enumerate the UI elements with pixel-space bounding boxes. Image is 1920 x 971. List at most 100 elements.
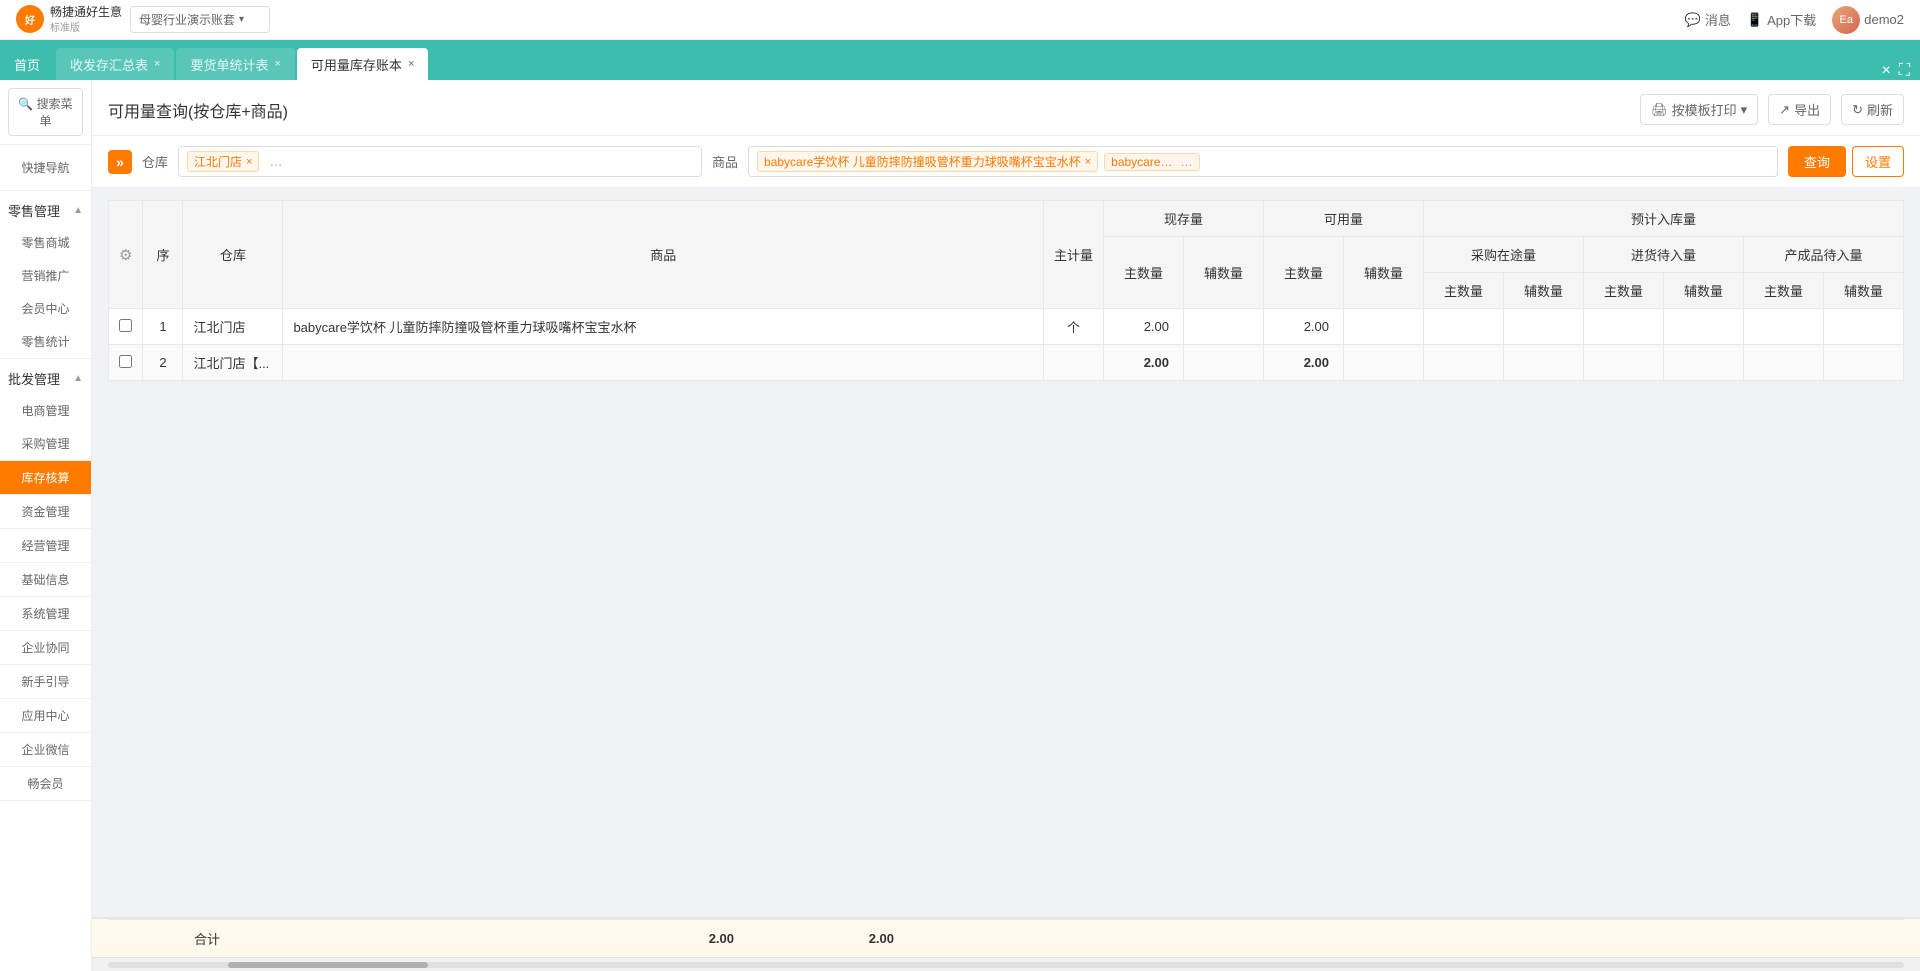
app-icon: 📱 [1747,12,1763,28]
th-incoming-aux: 辅数量 [1664,273,1744,309]
table-settings-icon[interactable]: ⚙ [119,247,132,264]
logo-icon: 好 [16,5,44,33]
sidebar-item-enterprise[interactable]: 企业协同 [0,631,91,664]
message-btn[interactable]: 💬 消息 [1685,10,1731,29]
tab-home-label: 首页 [14,55,40,74]
sidebar-item-retail-stats[interactable]: 零售统计 [0,325,91,358]
sidebar-wholesale-title[interactable]: 批发管理 ▲ [0,359,91,394]
sidebar-item-ecommerce[interactable]: 电商管理 [0,394,91,427]
sidebar-retail-title[interactable]: 零售管理 ▲ [0,191,91,226]
th-pur-transit-aux: 辅数量 [1504,273,1584,309]
sidebar-item-vip[interactable]: 畅会员 [0,767,91,800]
row2-checkbox[interactable] [109,345,143,381]
total-label: 合计 [194,929,328,948]
sidebar-item-newbie[interactable]: 新手引导 [0,665,91,698]
row2-pur-transit-main [1424,345,1504,381]
row1-check-input[interactable] [119,319,132,332]
app-download-btn[interactable]: 📱 App下载 [1747,10,1816,29]
print-btn[interactable]: 🖨 按模板打印 ▾ [1640,94,1758,125]
tenant-name: 母婴行业演示账套 [139,11,235,28]
query-btn[interactable]: 查询 [1788,146,1846,177]
product-more-dots[interactable]: … [1181,155,1193,169]
sidebar-item-finance[interactable]: 资金管理 [0,495,91,528]
warehouse-filter-area[interactable]: 江北门店 × … [178,146,702,177]
sidebar-item-marketing[interactable]: 营销推广 [0,259,91,292]
filter-actions: 查询 设置 [1788,146,1904,177]
filter-expand-btn[interactable]: » [108,150,132,174]
tab-home[interactable]: 首页 [0,48,54,80]
warehouse-label: 仓库 [142,152,168,171]
sidebar-search-area: 🔍 搜索菜单 [0,80,91,145]
th-main-unit: 主计量 [1043,201,1103,309]
th-product: 商品 [283,201,1044,309]
tab-receipts-close[interactable]: × [154,58,160,70]
scroll-track[interactable] [108,962,1904,968]
sidebar-item-retail-mall[interactable]: 零售商城 [0,226,91,259]
row1-checkbox[interactable] [109,309,143,345]
sidebar-item-inventory[interactable]: 库存核算 [0,461,91,494]
row1-warehouse: 江北门店 [183,309,283,345]
page-header: 可用量查询(按仓库+商品) 🖨 按模板打印 ▾ ↗ 导出 ↻ 刷新 [92,80,1920,136]
product-tag-2: babycare… … [1104,153,1199,171]
th-prod-aux: 辅数量 [1824,273,1904,309]
sidebar-section-newbie: 新手引导 [0,665,91,699]
th-stock-main: 主数量 [1104,237,1184,309]
warehouse-tag-close[interactable]: × [246,156,252,168]
tab-orders-close[interactable]: × [274,58,280,70]
page-title: 可用量查询(按仓库+商品) [108,98,288,122]
logo-sub: 标准版 [50,19,122,34]
tab-close-all-btn[interactable]: × [1881,62,1890,80]
sidebar-search-label: 搜索菜单 [37,97,73,128]
sidebar-quick-nav-item[interactable]: 快捷导航 [0,151,91,184]
logo-area: 好 畅捷通好生意 标准版 [16,5,122,34]
th-forecast-incoming: 预计入库量 [1424,201,1904,237]
settings-filter-btn[interactable]: 设置 [1852,146,1904,177]
page-header-actions: 🖨 按模板打印 ▾ ↗ 导出 ↻ 刷新 [1640,94,1904,125]
tab-orders[interactable]: 要货单统计表 × [176,48,294,80]
row2-warehouse: 江北门店【... [183,345,283,381]
warehouse-more-dots[interactable]: … [269,154,282,169]
sidebar-item-wechat[interactable]: 企业微信 [0,733,91,766]
product-filter-area[interactable]: babycare学饮杯 儿童防摔防撞吸管杯重力球吸嘴杯宝宝水杯 × babyca… [748,146,1778,177]
sidebar-item-basic[interactable]: 基础信息 [0,563,91,596]
th-incoming-main: 主数量 [1584,273,1664,309]
row1-avail-main: 2.00 [1264,309,1344,345]
product-tag-1: babycare学饮杯 儿童防摔防撞吸管杯重力球吸嘴杯宝宝水杯 × [757,151,1098,172]
row1-incoming-aux [1664,309,1744,345]
sidebar-item-system[interactable]: 系统管理 [0,597,91,630]
sidebar: 🔍 搜索菜单 快捷导航 零售管理 ▲ 零售商城 营销推广 会员中心 零售统计 批… [0,80,92,971]
row1-unit: 个 [1043,309,1103,345]
product-tag-1-close[interactable]: × [1085,156,1091,168]
tab-available[interactable]: 可用量库存账本 × [297,48,428,80]
export-btn[interactable]: ↗ 导出 [1768,94,1831,125]
export-label: 导出 [1794,100,1820,119]
sidebar-search-btn[interactable]: 🔍 搜索菜单 [8,88,83,136]
tenant-selector[interactable]: 母婴行业演示账套 ▾ [130,6,270,33]
refresh-btn[interactable]: ↻ 刷新 [1841,94,1904,125]
sidebar-item-members[interactable]: 会员中心 [0,292,91,325]
sidebar-item-app-center[interactable]: 应用中心 [0,699,91,732]
sidebar-item-purchase[interactable]: 采购管理 [0,427,91,460]
content-area: 可用量查询(按仓库+商品) 🖨 按模板打印 ▾ ↗ 导出 ↻ 刷新 » [92,80,1920,971]
row2-stock-aux [1184,345,1264,381]
th-current-stock: 现存量 [1104,201,1264,237]
sidebar-retail-label: 零售管理 [8,201,60,220]
tab-available-close[interactable]: × [408,58,414,70]
tab-receipts[interactable]: 收发存汇总表 × [56,48,174,80]
th-no: 序 [143,201,183,309]
tab-expand-btn[interactable]: ⛶ [1899,62,1910,80]
th-available: 可用量 [1264,201,1424,237]
scroll-thumb[interactable] [228,962,428,968]
tab-orders-label: 要货单统计表 [190,55,268,74]
th-settings[interactable]: ⚙ [109,201,143,309]
row2-stock-main: 2.00 [1104,345,1184,381]
row2-unit [1043,345,1103,381]
row2-check-input[interactable] [119,355,132,368]
sidebar-item-operations[interactable]: 经营管理 [0,529,91,562]
sidebar-section-app-center: 应用中心 [0,699,91,733]
th-avail-main: 主数量 [1264,237,1344,309]
user-area[interactable]: Ea demo2 [1832,6,1904,34]
scroll-bar-area[interactable] [92,957,1920,971]
row2-avail-main: 2.00 [1264,345,1344,381]
sidebar-section-retail: 零售管理 ▲ 零售商城 营销推广 会员中心 零售统计 [0,191,91,359]
